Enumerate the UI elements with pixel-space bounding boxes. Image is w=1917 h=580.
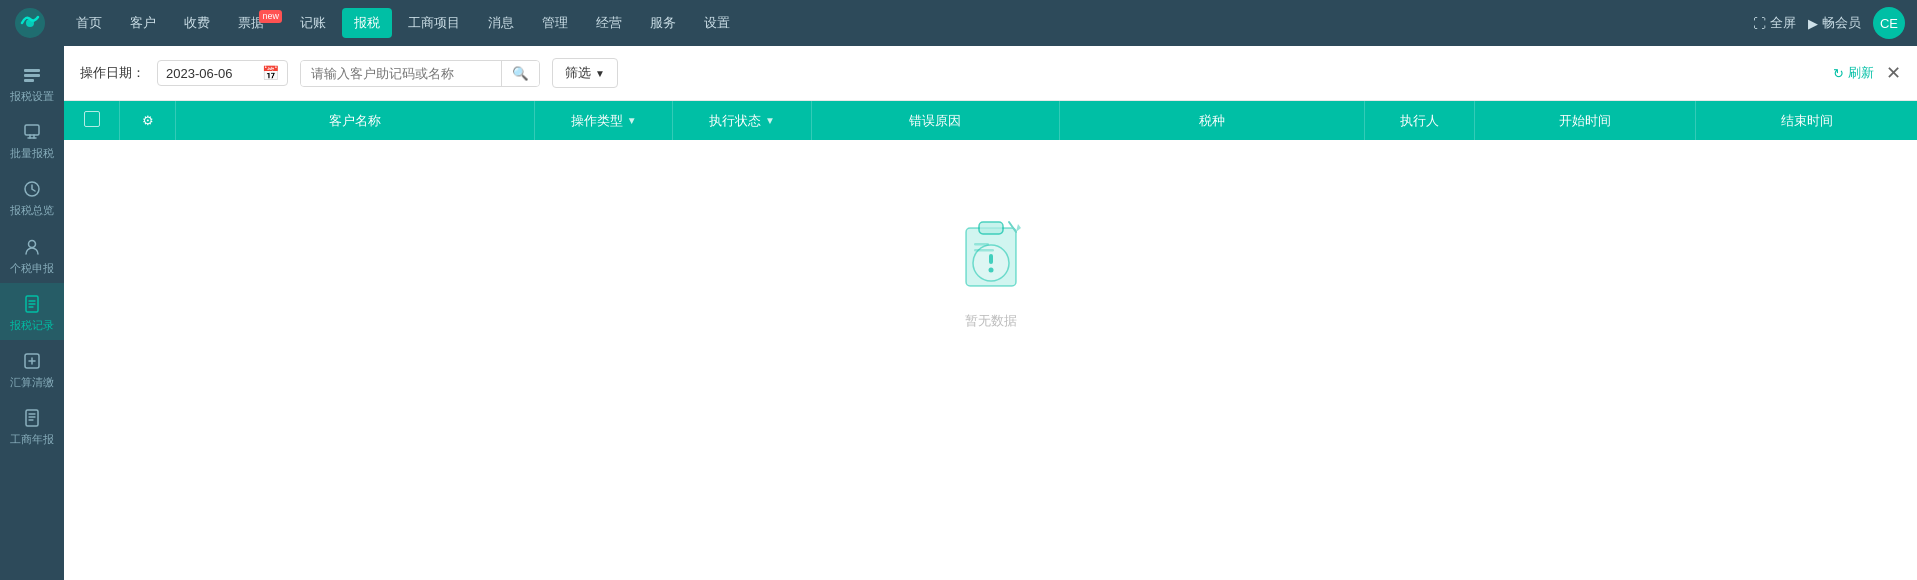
member-icon: ▶ xyxy=(1808,16,1818,31)
chevron-down-icon: ▼ xyxy=(595,68,605,79)
sidebar-item-batch-tax[interactable]: 批量报税 xyxy=(0,111,64,168)
empty-text: 暂无数据 xyxy=(965,312,1017,330)
column-exec-status[interactable]: 执行状态 ▼ xyxy=(673,101,811,140)
refresh-button[interactable]: ↻ 刷新 xyxy=(1833,64,1874,82)
select-all-checkbox[interactable] xyxy=(84,111,100,127)
avatar[interactable]: CE xyxy=(1873,7,1905,39)
nav-item-customer[interactable]: 客户 xyxy=(118,8,168,38)
sidebar-item-tax-settings[interactable]: 报税设置 xyxy=(0,54,64,111)
column-checkbox[interactable] xyxy=(64,101,120,140)
nav-item-management[interactable]: 管理 xyxy=(530,8,580,38)
column-error-reason: 错误原因 xyxy=(811,101,1060,140)
nav-items: 首页 客户 收费 票据 new 记账 报税 工商项目 消息 管理 经营 服务 设… xyxy=(64,8,1753,38)
svg-rect-2 xyxy=(24,69,40,72)
sort-icon-status: ▼ xyxy=(765,115,775,126)
search-button[interactable]: 🔍 xyxy=(501,61,539,86)
search-input[interactable] xyxy=(301,61,501,86)
nav-item-operations[interactable]: 经营 xyxy=(584,8,634,38)
sidebar-item-tax-overview[interactable]: 报税总览 xyxy=(0,168,64,225)
sidebar-label-annual-report: 工商年报 xyxy=(10,433,54,446)
svg-rect-13 xyxy=(979,222,1003,234)
search-wrapper: 🔍 xyxy=(300,60,540,87)
sidebar-item-annual-report[interactable]: 工商年报 xyxy=(0,397,64,454)
top-nav-right: ⛶ 全屏 ▶ 畅会员 CE xyxy=(1753,7,1905,39)
sidebar-label-tax-settings: 报税设置 xyxy=(10,90,54,103)
personal-tax-icon xyxy=(21,236,43,258)
content-area: 操作日期： 📅 🔍 筛选 ▼ ↻ 刷新 ✕ xyxy=(64,46,1917,580)
svg-rect-21 xyxy=(974,249,994,252)
calendar-icon: 📅 xyxy=(262,65,279,81)
nav-item-home[interactable]: 首页 xyxy=(64,8,114,38)
sidebar-label-personal-tax: 个税申报 xyxy=(10,262,54,275)
sidebar-label-tax-records: 报税记录 xyxy=(10,319,54,332)
member-button[interactable]: ▶ 畅会员 xyxy=(1808,14,1861,32)
main-layout: 报税设置 批量报税 报税总览 xyxy=(0,46,1917,580)
date-label: 操作日期： xyxy=(80,64,145,82)
nav-item-tickets[interactable]: 票据 new xyxy=(226,8,284,38)
filter-button[interactable]: 筛选 ▼ xyxy=(552,58,618,88)
svg-rect-5 xyxy=(25,125,39,135)
batch-icon xyxy=(21,121,43,143)
data-table: ⚙ 客户名称 操作类型 ▼ xyxy=(64,101,1917,390)
column-tax-type: 税种 xyxy=(1060,101,1364,140)
sidebar-item-personal-tax[interactable]: 个税申报 xyxy=(0,226,64,283)
svg-rect-16 xyxy=(989,254,993,264)
app-logo[interactable] xyxy=(12,5,48,41)
svg-rect-10 xyxy=(26,410,38,426)
svg-point-17 xyxy=(988,268,993,273)
svg-rect-3 xyxy=(24,74,40,77)
date-picker[interactable]: 📅 xyxy=(157,60,288,86)
sidebar-label-tax-overview: 报税总览 xyxy=(10,204,54,217)
refresh-icon: ↻ xyxy=(1833,66,1844,81)
filter-label: 筛选 xyxy=(565,64,591,82)
nav-item-accounting[interactable]: 记账 xyxy=(288,8,338,38)
nav-item-settings[interactable]: 设置 xyxy=(692,8,742,38)
nav-item-messages[interactable]: 消息 xyxy=(476,8,526,38)
annual-report-icon xyxy=(21,407,43,429)
close-button[interactable]: ✕ xyxy=(1886,64,1901,82)
toolbar: 操作日期： 📅 🔍 筛选 ▼ ↻ 刷新 ✕ xyxy=(64,46,1917,101)
column-customer-name: 客户名称 xyxy=(175,101,534,140)
settings-icon xyxy=(21,64,43,86)
table-container: ⚙ 客户名称 操作类型 ▼ xyxy=(64,101,1917,580)
sidebar-label-batch-tax: 批量报税 xyxy=(10,147,54,160)
gear-icon: ⚙ xyxy=(142,113,154,128)
svg-rect-4 xyxy=(24,79,34,82)
new-badge: new xyxy=(259,10,282,23)
column-op-type[interactable]: 操作类型 ▼ xyxy=(535,101,673,140)
search-icon: 🔍 xyxy=(512,66,529,81)
fullscreen-icon: ⛶ xyxy=(1753,16,1766,31)
nav-item-tax[interactable]: 报税 xyxy=(342,8,392,38)
sidebar-item-settlement[interactable]: 汇算清缴 xyxy=(0,340,64,397)
record-icon xyxy=(21,293,43,315)
nav-item-fees[interactable]: 收费 xyxy=(172,8,222,38)
top-navigation: 首页 客户 收费 票据 new 记账 报税 工商项目 消息 管理 经营 服务 设… xyxy=(0,0,1917,46)
svg-marker-19 xyxy=(1016,224,1021,232)
column-gear[interactable]: ⚙ xyxy=(120,101,175,140)
column-start-time: 开始时间 xyxy=(1475,101,1696,140)
empty-illustration xyxy=(941,200,1041,300)
nav-item-service[interactable]: 服务 xyxy=(638,8,688,38)
nav-item-business[interactable]: 工商项目 xyxy=(396,8,472,38)
sidebar: 报税设置 批量报税 报税总览 xyxy=(0,46,64,580)
fullscreen-button[interactable]: ⛶ 全屏 xyxy=(1753,14,1796,32)
settlement-icon xyxy=(21,350,43,372)
empty-state: 暂无数据 xyxy=(64,140,1917,390)
sort-icon-optype: ▼ xyxy=(627,115,637,126)
column-end-time: 结束时间 xyxy=(1696,101,1917,140)
date-input[interactable] xyxy=(166,66,256,81)
overview-icon xyxy=(21,178,43,200)
svg-point-1 xyxy=(26,19,34,27)
sidebar-label-settlement: 汇算清缴 xyxy=(10,376,54,389)
column-executor: 执行人 xyxy=(1364,101,1475,140)
svg-point-7 xyxy=(29,240,36,247)
sidebar-item-tax-records[interactable]: 报税记录 xyxy=(0,283,64,340)
toolbar-right: ↻ 刷新 ✕ xyxy=(1833,64,1901,82)
svg-rect-20 xyxy=(974,243,989,246)
